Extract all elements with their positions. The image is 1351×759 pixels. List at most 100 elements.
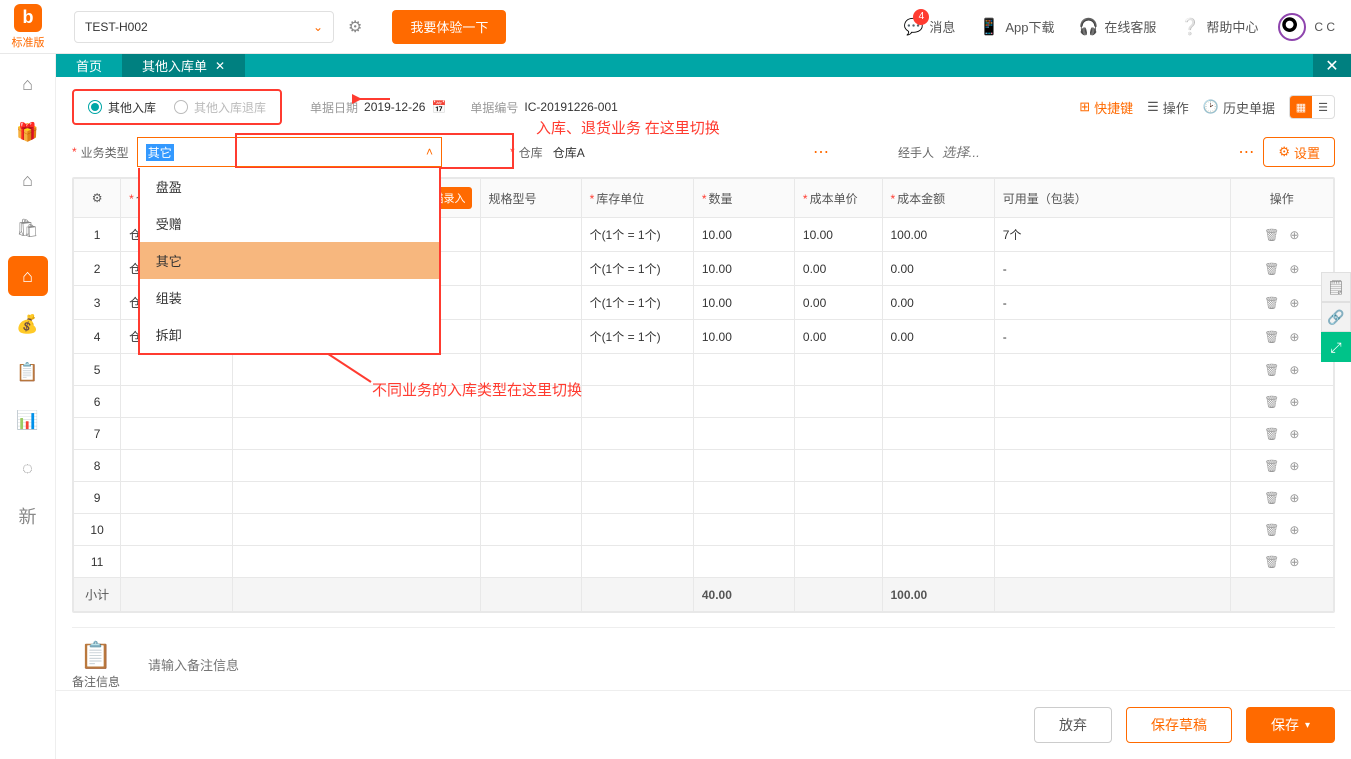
history-icon: 🕑 <box>1203 99 1219 115</box>
handler-input[interactable] <box>942 145 1222 160</box>
quick-key-button[interactable]: ⊞快捷键 <box>1079 98 1133 117</box>
delete-icon[interactable]: 🗑 <box>1264 491 1279 505</box>
copy-icon[interactable]: ⊕ <box>1289 555 1299 569</box>
sidebar-money-icon[interactable]: 💰 <box>8 304 48 344</box>
delete-icon[interactable]: 🗑 <box>1264 262 1279 276</box>
app-download-label: App下载 <box>1005 17 1054 36</box>
remark-input[interactable] <box>140 650 1335 681</box>
table-row[interactable]: 10🗑⊕ <box>74 514 1334 546</box>
dropdown-item[interactable]: 受赠 <box>140 205 439 242</box>
online-service-item[interactable]: 🎧 在线客服 <box>1078 17 1156 37</box>
dock-link-icon[interactable]: 🔗 <box>1321 302 1351 332</box>
message-badge: 4 <box>913 9 929 25</box>
table-row[interactable]: 11🗑⊕ <box>74 546 1334 578</box>
form-row: * 业务类型 其它 ˄ 盘盈 受赠 其它 组装 拆卸 <box>56 137 1351 177</box>
close-icon[interactable]: ✕ <box>215 59 225 73</box>
radio-dot-icon <box>174 100 188 114</box>
sidebar-report-icon[interactable]: 📊 <box>8 400 48 440</box>
discard-button[interactable]: 放弃 <box>1034 707 1112 743</box>
save-draft-button[interactable]: 保存草稿 <box>1126 707 1232 743</box>
messages-label: 消息 <box>929 17 955 36</box>
view-toggle[interactable]: ▦ ☰ <box>1289 95 1335 119</box>
setting-button[interactable]: ⚙ 设置 <box>1263 137 1335 167</box>
app-download-item[interactable]: 📱 App下载 <box>979 17 1054 37</box>
tabbar-close-all[interactable]: ✕ <box>1313 54 1351 77</box>
copy-icon[interactable]: ⊕ <box>1289 228 1299 242</box>
messages-item[interactable]: 💬 4 消息 <box>903 17 955 37</box>
radio-inbound[interactable]: 其他入库 <box>88 99 156 116</box>
org-selector[interactable]: TEST-H002 ⌄ <box>74 11 334 43</box>
sidebar-bag-icon[interactable]: 🛍 <box>8 208 48 248</box>
logo-area: b 标准版 <box>0 4 56 50</box>
handler-label: 经手人 <box>898 144 934 161</box>
date-value: 2019-12-26 <box>364 100 425 114</box>
avatar[interactable] <box>1278 13 1306 41</box>
sidebar-loading-icon[interactable]: ◌ <box>8 448 48 488</box>
date-label: 单据日期 <box>310 99 358 116</box>
more-icon[interactable]: ⋯ <box>1238 142 1255 162</box>
sidebar-new-icon[interactable]: 新 <box>8 496 48 536</box>
operate-button[interactable]: ☰操作 <box>1147 98 1189 117</box>
delete-icon[interactable]: 🗑 <box>1264 459 1279 473</box>
list-icon: ☰ <box>1147 99 1159 115</box>
phone-icon: 📱 <box>979 17 999 37</box>
table-row[interactable]: 8🗑⊕ <box>74 450 1334 482</box>
biz-type-label: 业务类型 <box>81 144 129 161</box>
copy-icon[interactable]: ⊕ <box>1289 459 1299 473</box>
delete-icon[interactable]: 🗑 <box>1264 523 1279 537</box>
copy-icon[interactable]: ⊕ <box>1289 395 1299 409</box>
copy-icon[interactable]: ⊕ <box>1289 523 1299 537</box>
delete-icon[interactable]: 🗑 <box>1264 296 1279 310</box>
copy-icon[interactable]: ⊕ <box>1289 296 1299 310</box>
dropdown-item[interactable]: 其它 <box>140 242 439 279</box>
table-row[interactable]: 6🗑⊕ <box>74 386 1334 418</box>
help-icon: ❔ <box>1180 17 1200 37</box>
calendar-icon[interactable]: 📅 <box>431 100 446 114</box>
subtotal-label: 小计 <box>74 578 121 612</box>
sidebar-clipboard-icon[interactable]: 📋 <box>8 352 48 392</box>
copy-icon[interactable]: ⊕ <box>1289 363 1299 377</box>
more-icon[interactable]: ⋯ <box>813 142 830 162</box>
tab-other-inbound[interactable]: 其他入库单 ✕ <box>122 54 245 77</box>
help-center-label: 帮助中心 <box>1206 17 1258 36</box>
table-gear-icon[interactable]: ⚙ <box>74 179 121 218</box>
save-button[interactable]: 保存▾ <box>1246 707 1335 743</box>
dropdown-item[interactable]: 组装 <box>140 279 439 316</box>
delete-icon[interactable]: 🗑 <box>1264 555 1279 569</box>
copy-icon[interactable]: ⊕ <box>1289 427 1299 441</box>
tab-home[interactable]: 首页 <box>56 54 122 77</box>
gear-icon[interactable]: ⚙ <box>348 17 362 37</box>
copy-icon[interactable]: ⊕ <box>1289 330 1299 344</box>
right-dock: 🗒 🔗 ⤢ <box>1321 272 1351 362</box>
view-list-icon[interactable]: ☰ <box>1312 96 1334 118</box>
sidebar-warehouse-icon[interactable]: ⌂ <box>8 256 48 296</box>
delete-icon[interactable]: 🗑 <box>1264 363 1279 377</box>
table-row[interactable]: 7🗑⊕ <box>74 418 1334 450</box>
history-button[interactable]: 🕑历史单据 <box>1203 98 1275 117</box>
warehouse-value[interactable]: 仓库A <box>553 144 585 161</box>
dock-note-icon[interactable]: 🗒 <box>1321 272 1351 302</box>
warehouse-label: 仓库 <box>519 144 543 161</box>
dropdown-item[interactable]: 盘盈 <box>140 168 439 205</box>
view-card-icon[interactable]: ▦ <box>1290 96 1312 118</box>
help-center-item[interactable]: ❔ 帮助中心 <box>1180 17 1258 37</box>
delete-icon[interactable]: 🗑 <box>1264 427 1279 441</box>
sidebar-home-icon[interactable]: ⌂ <box>8 64 48 104</box>
sidebar-gift-icon[interactable]: 🎁 <box>8 112 48 152</box>
delete-icon[interactable]: 🗑 <box>1264 228 1279 242</box>
footer-bar: 放弃 保存草稿 保存▾ <box>56 690 1351 759</box>
dropdown-item[interactable]: 拆卸 <box>140 316 439 353</box>
dock-expand-icon[interactable]: ⤢ <box>1321 332 1351 362</box>
copy-icon[interactable]: ⊕ <box>1289 491 1299 505</box>
sidebar-store-icon[interactable]: ⌂ <box>8 160 48 200</box>
trial-button[interactable]: 我要体验一下 <box>392 10 506 44</box>
table-row[interactable]: 5🗑⊕ <box>74 354 1334 386</box>
copy-icon[interactable]: ⊕ <box>1289 262 1299 276</box>
table-row[interactable]: 9🗑⊕ <box>74 482 1334 514</box>
delete-icon[interactable]: 🗑 <box>1264 395 1279 409</box>
radio-return[interactable]: 其他入库退库 <box>174 99 266 116</box>
delete-icon[interactable]: 🗑 <box>1264 330 1279 344</box>
chevron-down-icon: ⌄ <box>313 20 323 34</box>
biz-type-combo[interactable]: 其它 ˄ 盘盈 受赠 其它 组装 拆卸 <box>137 137 442 167</box>
org-name: TEST-H002 <box>85 20 148 34</box>
